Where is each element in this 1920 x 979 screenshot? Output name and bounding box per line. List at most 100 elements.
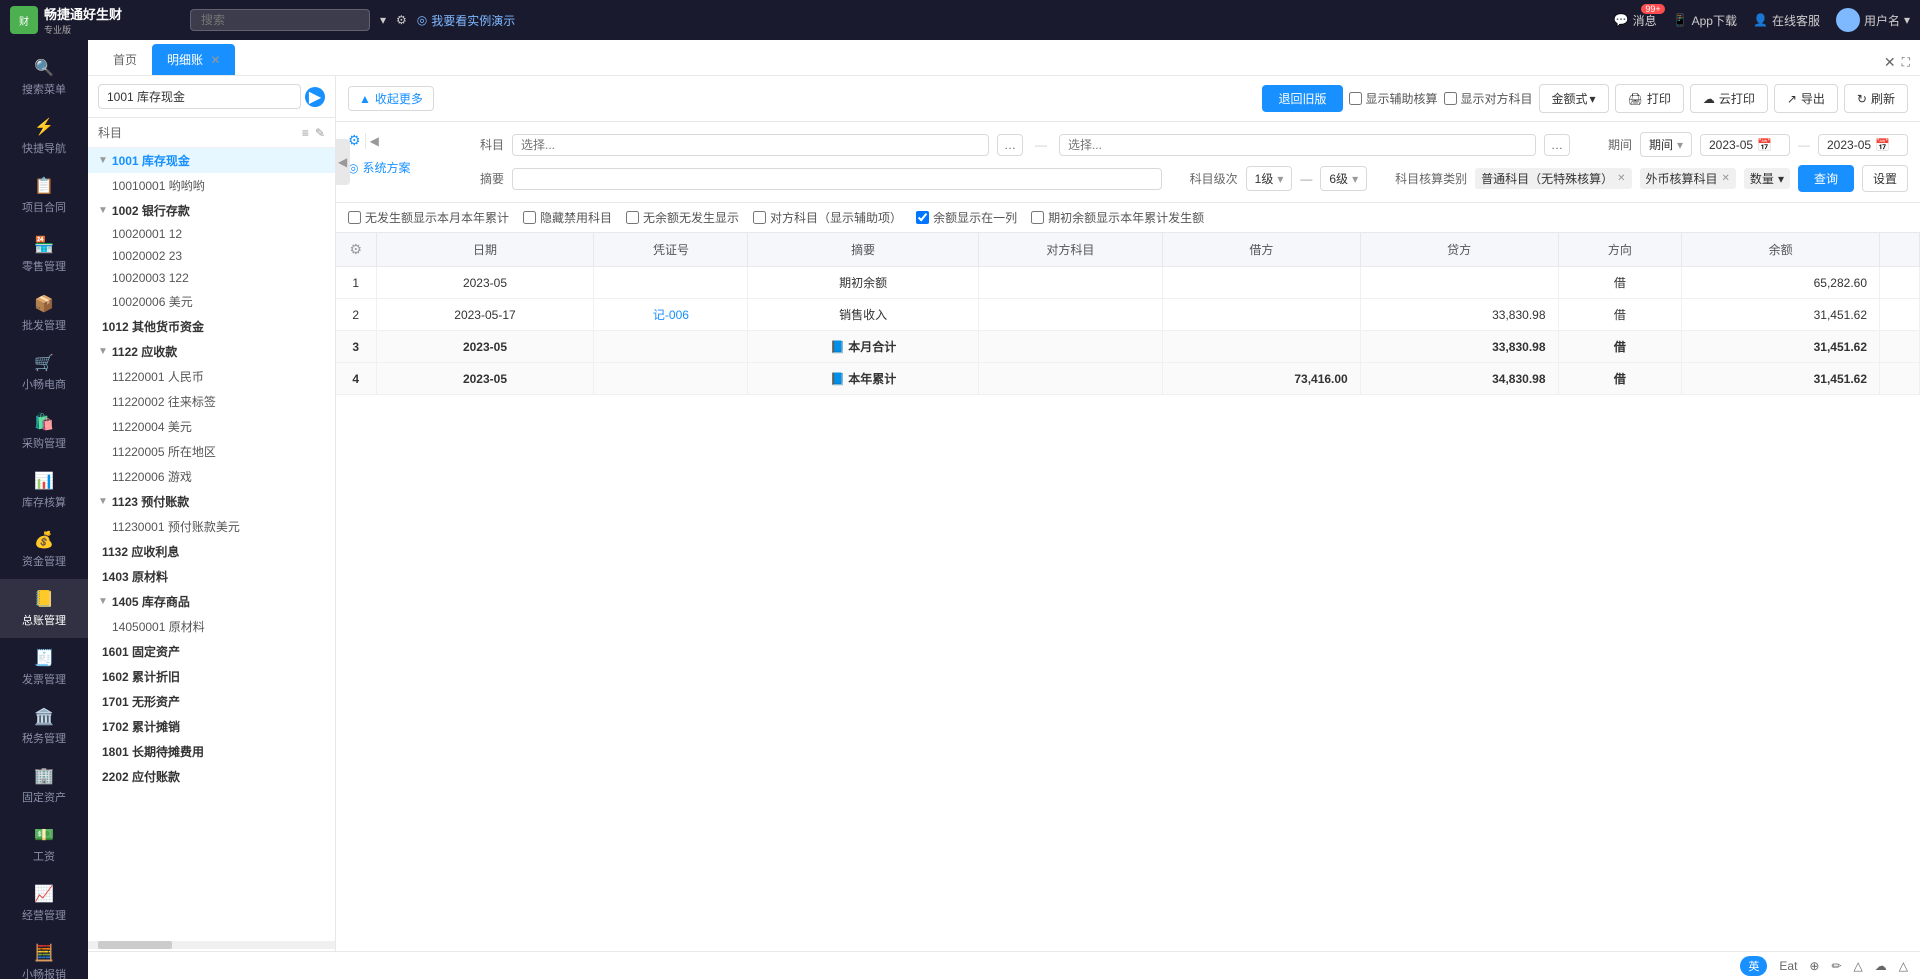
initial-balance-checkbox[interactable]: 期初余额显示本年累计发生额 xyxy=(1031,209,1204,226)
sidebar-item-ledger[interactable]: 📒 总账管理 xyxy=(0,579,88,638)
tree-item-1405[interactable]: ▼1405 库存商品 xyxy=(88,589,335,614)
search-dropdown-icon[interactable]: ▾ xyxy=(380,13,386,27)
tree-item-1002[interactable]: ▼1002 银行存款 xyxy=(88,198,335,223)
tag-foreign[interactable]: 外币核算科目 ✕ xyxy=(1640,168,1736,189)
no-balance-checkbox[interactable]: 无余额无发生显示 xyxy=(626,209,739,226)
show-opposite-checkbox[interactable]: 显示对方科目 xyxy=(1444,90,1533,107)
summary-input[interactable] xyxy=(512,168,1162,190)
opposite-subject-checkbox[interactable]: 对方科目（显示辅助项） xyxy=(753,209,902,226)
user-menu[interactable]: 用户名 ▾ xyxy=(1836,8,1910,32)
account-nav-arrow[interactable]: ▶ xyxy=(305,87,325,107)
tree-item-10020006[interactable]: 10020006 美元 xyxy=(88,289,335,314)
sidebar-item-purchase[interactable]: 🛍️ 采购管理 xyxy=(0,402,88,461)
tree-item-11220002[interactable]: 11220002 往来标签 xyxy=(88,389,335,414)
show-assist-checkbox[interactable]: 显示辅助核算 xyxy=(1349,90,1438,107)
fold-query-icon[interactable]: ◀ xyxy=(370,134,379,148)
period-start-date[interactable]: 2023-05 📅 xyxy=(1700,134,1790,156)
tab-close-icon[interactable]: ✕ xyxy=(210,53,220,67)
tree-item-1801[interactable]: 1801 长期待摊费用 xyxy=(88,739,335,764)
tree-item-14050001[interactable]: 14050001 原材料 xyxy=(88,614,335,639)
status-icon-1[interactable]: ⊕ xyxy=(1809,959,1819,973)
fold-panel-btn[interactable]: ◀ xyxy=(336,139,350,185)
sidebar-item-invoice[interactable]: 🧾 发票管理 xyxy=(0,638,88,697)
tree-item-1702[interactable]: 1702 累计摊销 xyxy=(88,714,335,739)
refresh-btn[interactable]: ↻ 刷新 xyxy=(1844,84,1908,113)
sidebar-item-search[interactable]: 🔍 搜索菜单 xyxy=(0,48,88,107)
tree-item-11220006[interactable]: 11220006 游戏 xyxy=(88,464,335,489)
sidebar-item-xiaochang[interactable]: 🧮 小畅报销 xyxy=(0,933,88,979)
demo-link[interactable]: ◎ 我要看实例演示 xyxy=(417,12,516,29)
sidebar-item-assets[interactable]: 🏢 固定资产 xyxy=(0,756,88,815)
period-end-date[interactable]: 2023-05 📅 xyxy=(1818,134,1908,156)
tree-list-icon[interactable]: ≡ xyxy=(302,126,309,140)
tree-item-1601[interactable]: 1601 固定资产 xyxy=(88,639,335,664)
tree-item-1403[interactable]: 1403 原材料 xyxy=(88,564,335,589)
tree-item-11220001[interactable]: 11220001 人民币 xyxy=(88,364,335,389)
query-scheme-btn[interactable]: ◎ 系统方案 xyxy=(348,159,448,176)
tree-item-11220004[interactable]: 11220004 美元 xyxy=(88,414,335,439)
tree-item-1701[interactable]: 1701 无形资产 xyxy=(88,689,335,714)
online-service-button[interactable]: 👤 在线客服 xyxy=(1753,12,1820,29)
format-btn[interactable]: 金额式 ▾ xyxy=(1539,84,1609,113)
subject-end-more-btn[interactable]: … xyxy=(1544,134,1570,156)
subject-end-input[interactable] xyxy=(1059,134,1536,156)
balance-one-col-checkbox[interactable]: 余额显示在一列 xyxy=(916,209,1017,226)
tree-item-10020002[interactable]: 10020002 23 xyxy=(88,245,335,267)
tree-item-1122[interactable]: ▼1122 应收款 xyxy=(88,339,335,364)
tree-item-2202[interactable]: 2202 应付账款 xyxy=(88,764,335,789)
tree-item-1123[interactable]: ▼1123 预付账款 xyxy=(88,489,335,514)
hide-disable-checkbox[interactable]: 隐藏禁用科目 xyxy=(523,209,612,226)
tree-item-10020001[interactable]: 10020001 12 xyxy=(88,223,335,245)
tree-item-1012[interactable]: 1012 其他货币资金 xyxy=(88,314,335,339)
level-start-select[interactable]: 1级 ▾ xyxy=(1246,166,1293,191)
tag-foreign-close[interactable]: ✕ xyxy=(1722,173,1730,184)
tab-home[interactable]: 首页 xyxy=(98,44,152,75)
export-btn[interactable]: ↗ 导出 xyxy=(1774,84,1838,113)
print-btn[interactable]: 🖨 打印 xyxy=(1615,84,1684,113)
app-download-button[interactable]: 📱 App下载 xyxy=(1673,12,1737,29)
current-account-selector[interactable]: 1001 库存现金 xyxy=(98,84,301,109)
tree-item-10020003[interactable]: 10020003 122 xyxy=(88,267,335,289)
no-activity-checkbox[interactable]: 无发生额显示本月本年累计 xyxy=(348,209,509,226)
sidebar-item-ecommerce[interactable]: 🛒 小畅电商 xyxy=(0,343,88,402)
search-btn[interactable]: 查询 xyxy=(1798,165,1854,192)
tag-ordinary-close[interactable]: ✕ xyxy=(1617,173,1625,184)
tree-item-11220005[interactable]: 11220005 所在地区 xyxy=(88,439,335,464)
window-expand-icon[interactable]: ⛶ xyxy=(1902,55,1910,70)
query-settings-btn[interactable]: 设置 xyxy=(1862,165,1908,192)
status-icon-2[interactable]: ✏ xyxy=(1831,959,1841,973)
tag-ordinary[interactable]: 普通科目（无特殊核算） ✕ xyxy=(1475,168,1631,189)
messages-button[interactable]: 💬 消息 99+ xyxy=(1614,12,1657,29)
tree-edit-icon[interactable]: ✎ xyxy=(315,126,325,140)
subject-more-btn[interactable]: … xyxy=(997,134,1023,156)
tree-item-1001[interactable]: ▼1001 库存现金 xyxy=(88,148,335,173)
sidebar-item-operations[interactable]: 📈 经营管理 xyxy=(0,874,88,933)
period-type-select[interactable]: 期间 ▾ xyxy=(1640,132,1692,157)
tab-detail[interactable]: 明细账 ✕ xyxy=(152,44,235,75)
tree-item-1602[interactable]: 1602 累计折旧 xyxy=(88,664,335,689)
collapse-filter-btn[interactable]: ▲ 收起更多 xyxy=(348,86,434,111)
lang-switch-btn[interactable]: 英 xyxy=(1740,956,1767,976)
return-old-version-btn[interactable]: 退回旧版 xyxy=(1262,85,1342,112)
tree-item-1132[interactable]: 1132 应收利息 xyxy=(88,539,335,564)
table-settings-btn[interactable]: ⚙ xyxy=(349,241,362,258)
window-close-icon[interactable]: ✕ xyxy=(1884,54,1896,71)
search-input[interactable] xyxy=(190,9,370,31)
sidebar-item-quick[interactable]: ⚡ 快捷导航 xyxy=(0,107,88,166)
subject-input[interactable] xyxy=(512,134,989,156)
status-icon-3[interactable]: △ xyxy=(1854,959,1863,973)
sidebar-item-tax[interactable]: 🏛️ 税务管理 xyxy=(0,697,88,756)
tag-quantity[interactable]: 数量 ▾ xyxy=(1744,168,1790,189)
tree-item-10010001[interactable]: 10010001 哟哟哟 xyxy=(88,173,335,198)
sidebar-item-inventory[interactable]: 📊 库存核算 xyxy=(0,461,88,520)
sidebar-item-wages[interactable]: 💵 工资 xyxy=(0,815,88,874)
tree-item-11230001[interactable]: 11230001 预付账款美元 xyxy=(88,514,335,539)
voucher-link[interactable]: 记-006 xyxy=(653,308,689,322)
sidebar-item-finance[interactable]: 💰 资金管理 xyxy=(0,520,88,579)
status-icon-5[interactable]: △ xyxy=(1899,959,1908,973)
sidebar-item-wholesale[interactable]: 📦 批发管理 xyxy=(0,284,88,343)
sidebar-item-retail[interactable]: 🏪 零售管理 xyxy=(0,225,88,284)
level-end-select[interactable]: 6级 ▾ xyxy=(1320,166,1367,191)
status-icon-4[interactable]: ☁ xyxy=(1875,959,1887,973)
settings-icon[interactable]: ⚙ xyxy=(396,13,407,27)
